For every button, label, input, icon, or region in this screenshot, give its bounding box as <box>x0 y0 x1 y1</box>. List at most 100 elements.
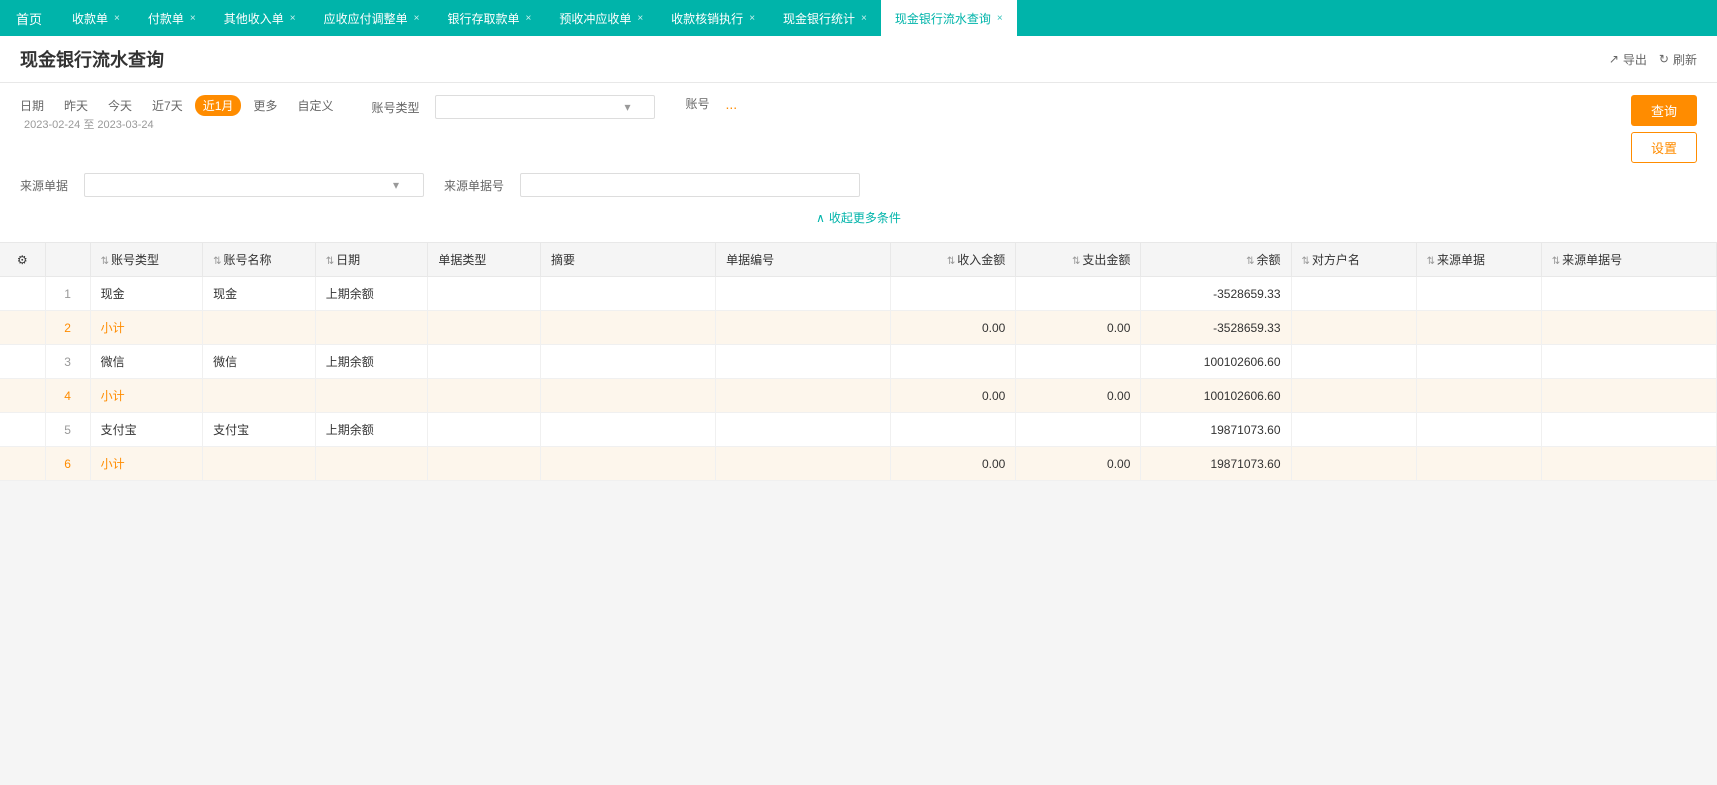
table-row: 4 小计 0.00 0.00 100102606.60 <box>0 379 1717 413</box>
table-container: ⚙ ⇅账号类型 ⇅账号名称 ⇅日期 单据类型 摘要 单据编号 ⇅收入金额 ⇅支出… <box>0 243 1717 481</box>
col-balance[interactable]: ⇅余额 <box>1141 243 1291 277</box>
close-icon[interactable]: × <box>997 13 1003 24</box>
cell-party <box>1291 379 1416 413</box>
close-icon[interactable]: × <box>114 13 120 24</box>
nav-tab-2[interactable]: 其他收入单 × <box>210 0 310 36</box>
col-src-doc[interactable]: ⇅来源单据 <box>1416 243 1541 277</box>
cell-summary <box>540 277 715 311</box>
cell-account-name: 现金 <box>203 277 316 311</box>
export-button[interactable]: ↗ 导出 <box>1609 51 1647 68</box>
cell-income: 0.00 <box>891 447 1016 481</box>
dropdown-icon: ▾ <box>393 178 399 192</box>
chevron-up-icon: ∧ <box>816 211 825 225</box>
cell-balance: 19871073.60 <box>1141 413 1291 447</box>
cell-gear <box>0 447 45 481</box>
cell-src-doc <box>1416 277 1541 311</box>
data-table: ⚙ ⇅账号类型 ⇅账号名称 ⇅日期 单据类型 摘要 单据编号 ⇅收入金额 ⇅支出… <box>0 243 1717 481</box>
cell-doc-num <box>716 413 891 447</box>
cell-expense <box>1016 345 1141 379</box>
close-icon[interactable]: × <box>637 13 643 24</box>
cell-party <box>1291 447 1416 481</box>
cell-num: 4 <box>45 379 90 413</box>
date-option-custom[interactable]: 自定义 <box>289 95 341 116</box>
account-type-select[interactable]: ▾ <box>435 95 655 119</box>
cell-gear <box>0 277 45 311</box>
col-doc-num: 单据编号 <box>716 243 891 277</box>
col-account-type[interactable]: ⇅账号类型 <box>90 243 203 277</box>
col-num <box>45 243 90 277</box>
close-icon[interactable]: × <box>861 13 867 24</box>
nav-tab-5[interactable]: 预收冲应收单 × <box>545 0 657 36</box>
query-button[interactable]: 查询 <box>1631 95 1697 126</box>
nav-tab-3[interactable]: 应收应付调整单 × <box>310 0 434 36</box>
cell-summary <box>540 379 715 413</box>
cell-src-num <box>1541 447 1716 481</box>
cell-src-doc <box>1416 345 1541 379</box>
cell-account-name <box>203 447 316 481</box>
col-src-num[interactable]: ⇅来源单据号 <box>1541 243 1716 277</box>
collapse-bar[interactable]: ∧ 收起更多条件 <box>20 205 1697 230</box>
nav-tab-1[interactable]: 付款单 × <box>134 0 210 36</box>
header-actions: ↗ 导出 ↻ 刷新 <box>1609 51 1697 68</box>
col-income[interactable]: ⇅收入金额 <box>891 243 1016 277</box>
refresh-button[interactable]: ↻ 刷新 <box>1659 51 1697 68</box>
date-option-yesterday[interactable]: 昨天 <box>56 95 96 116</box>
cell-summary <box>540 311 715 345</box>
nav-tab-6[interactable]: 收款核销执行 × <box>657 0 769 36</box>
nav-tab-8[interactable]: 现金银行流水查询 × <box>881 0 1017 36</box>
cell-src-doc <box>1416 413 1541 447</box>
cell-expense <box>1016 277 1141 311</box>
col-expense[interactable]: ⇅支出金额 <box>1016 243 1141 277</box>
cell-expense: 0.00 <box>1016 311 1141 345</box>
settings-button[interactable]: 设置 <box>1631 132 1697 163</box>
cell-src-doc <box>1416 311 1541 345</box>
cell-summary <box>540 345 715 379</box>
cell-date: 上期余额 <box>315 413 428 447</box>
close-icon[interactable]: × <box>525 13 531 24</box>
account-dots-button[interactable]: ... <box>725 96 737 112</box>
page-title: 现金银行流水查询 <box>20 46 164 72</box>
cell-doc-type <box>428 277 541 311</box>
cell-balance: 100102606.60 <box>1141 345 1291 379</box>
nav-tab-0[interactable]: 收款单 × <box>58 0 134 36</box>
action-buttons: 查询 设置 <box>1631 95 1697 163</box>
close-icon[interactable]: × <box>190 13 196 24</box>
cell-gear <box>0 379 45 413</box>
cell-account-name: 支付宝 <box>203 413 316 447</box>
col-account-name[interactable]: ⇅账号名称 <box>203 243 316 277</box>
source-doc-select[interactable]: ▾ <box>84 173 424 197</box>
top-nav: 首页 收款单 × 付款单 × 其他收入单 × 应收应付调整单 × 银行存取款单 … <box>0 0 1717 36</box>
cell-income: 0.00 <box>891 379 1016 413</box>
col-date[interactable]: ⇅日期 <box>315 243 428 277</box>
cell-balance: 100102606.60 <box>1141 379 1291 413</box>
account-label: 账号 <box>685 95 709 112</box>
cell-gear <box>0 413 45 447</box>
nav-tab-7[interactable]: 现金银行统计 × <box>769 0 881 36</box>
date-option-7days[interactable]: 近7天 <box>144 95 191 116</box>
cell-account-type: 小计 <box>90 447 203 481</box>
cell-doc-num <box>716 277 891 311</box>
cell-num: 5 <box>45 413 90 447</box>
source-doc-num-input[interactable] <box>520 173 860 197</box>
page-header: 现金银行流水查询 ↗ 导出 ↻ 刷新 <box>0 36 1717 83</box>
cell-num: 6 <box>45 447 90 481</box>
cell-balance: -3528659.33 <box>1141 277 1291 311</box>
date-label: 日期 <box>20 97 44 114</box>
col-party[interactable]: ⇅对方户名 <box>1291 243 1416 277</box>
close-icon[interactable]: × <box>749 13 755 24</box>
cell-expense: 0.00 <box>1016 447 1141 481</box>
close-icon[interactable]: × <box>290 13 296 24</box>
cell-doc-type <box>428 311 541 345</box>
refresh-icon: ↻ <box>1659 52 1669 66</box>
date-option-more[interactable]: 更多 <box>245 95 285 116</box>
cell-num: 2 <box>45 311 90 345</box>
cell-income <box>891 345 1016 379</box>
nav-home[interactable]: 首页 <box>0 0 58 36</box>
date-option-today[interactable]: 今天 <box>100 95 140 116</box>
nav-tab-4[interactable]: 银行存取款单 × <box>433 0 545 36</box>
cell-gear <box>0 311 45 345</box>
date-option-1month[interactable]: 近1月 <box>195 95 242 116</box>
close-icon[interactable]: × <box>414 13 420 24</box>
col-gear[interactable]: ⚙ <box>0 243 45 277</box>
cell-party <box>1291 413 1416 447</box>
